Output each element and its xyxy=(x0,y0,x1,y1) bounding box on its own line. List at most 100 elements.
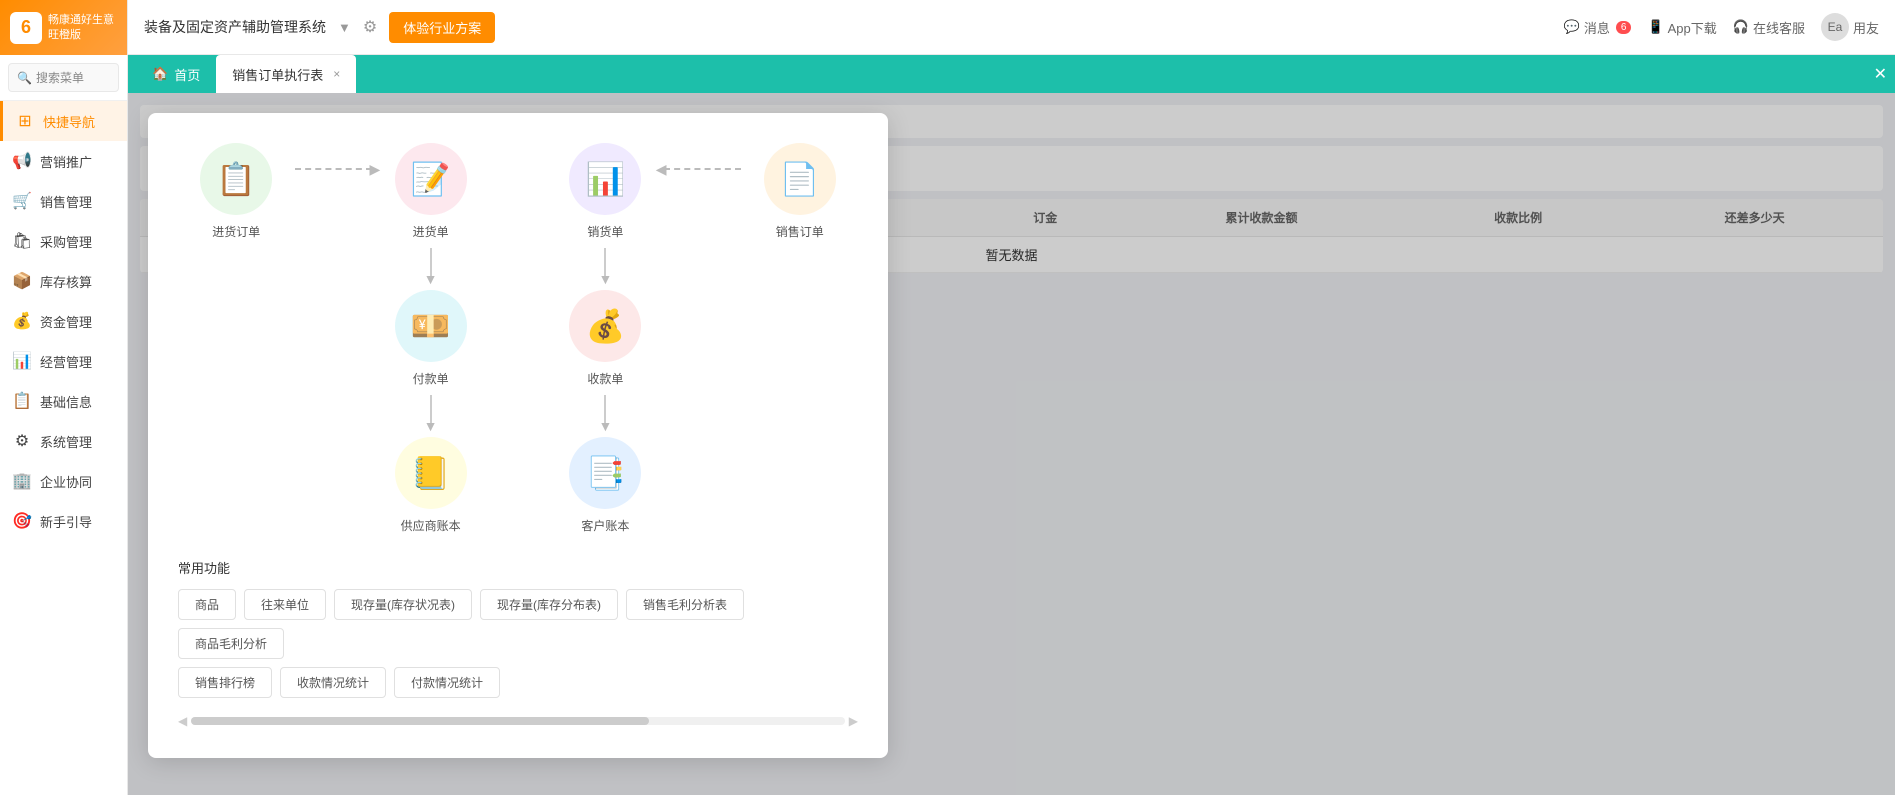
arrow-purchase: ▶ xyxy=(295,143,373,170)
logo-text: 畅康通好生意 旺橙版 xyxy=(48,13,114,42)
tab-bar-close-icon[interactable]: ✕ xyxy=(1874,64,1887,84)
quick-nav-icon: ⊞ xyxy=(15,111,35,131)
customer-circle: 📑 xyxy=(569,437,641,509)
inventory-icon: 📦 xyxy=(12,271,32,291)
supplier-circle: 📒 xyxy=(395,437,467,509)
tab-home[interactable]: 🏠 首页 xyxy=(136,55,216,93)
main-area: 装备及固定资产辅助管理系统 ▼ ⚙ 体验行业方案 💬 消息 6 📱 App下载 … xyxy=(128,0,1895,795)
func-btn-product-margin[interactable]: 商品毛利分析 xyxy=(178,628,284,659)
func-btn-receipt-stats[interactable]: 收款情况统计 xyxy=(280,667,386,698)
purchase-order-label: 进货订单 xyxy=(212,223,260,240)
message-badge: 6 xyxy=(1616,21,1632,34)
purchase-order-circle: 📋 xyxy=(200,143,272,215)
customer-account-node: 📑 客户账本 xyxy=(569,437,641,534)
customer-label: 客户账本 xyxy=(581,517,629,534)
modal-scrollbar: ◀ ▶ xyxy=(178,714,858,728)
online-service-item[interactable]: 🎧 在线客服 xyxy=(1733,18,1805,37)
func-buttons-row1: 商品 往来单位 现存量(库存状况表) 现存量(库存分布表) 销售毛利分析表 商品… xyxy=(178,589,858,659)
receipt-slip-node: 💰 收款单 xyxy=(569,290,641,387)
download-icon: 📱 xyxy=(1647,19,1663,35)
modal-dialog: 📋 进货订单 ▶ 📝 进货单 xyxy=(148,113,888,758)
down-arrow-customer: ▼ xyxy=(547,395,664,433)
purchase-order-col: 📋 进货订单 xyxy=(178,143,295,240)
purchase-icon: 🛍 xyxy=(12,231,32,251)
system-title: 装备及固定资产辅助管理系统 xyxy=(144,17,326,37)
func-btn-sales-rank[interactable]: 销售排行榜 xyxy=(178,667,272,698)
sidebar-item-marketing[interactable]: 📢 营销推广 xyxy=(0,141,127,181)
sidebar-item-inventory[interactable]: 📦 库存核算 xyxy=(0,261,127,301)
finance-icon: 💰 xyxy=(12,311,32,331)
scrollbar-thumb[interactable] xyxy=(191,717,648,725)
down-arrow-receipt: ▼ xyxy=(547,248,664,286)
scrollbar-right-arrow[interactable]: ▶ xyxy=(849,714,858,728)
common-func-title: 常用功能 xyxy=(178,558,858,577)
header-right: 💬 消息 6 📱 App下载 🎧 在线客服 Ea 用友 xyxy=(1564,13,1879,41)
search-icon: 🔍 xyxy=(17,71,32,85)
search-menu-button[interactable]: 🔍 搜索菜单 xyxy=(8,63,119,92)
sales-slip-node: 📊 销货单 xyxy=(569,143,641,240)
operations-icon: 📊 xyxy=(12,351,32,371)
logo-icon: 6 xyxy=(10,12,42,44)
sidebar-item-newbie[interactable]: 🎯 新手引导 xyxy=(0,501,127,541)
service-icon: 🎧 xyxy=(1733,19,1749,35)
func-btn-stock-status[interactable]: 现存量(库存状况表) xyxy=(334,589,472,620)
sidebar-logo: 6 畅康通好生意 旺橙版 xyxy=(0,0,127,55)
dropdown-arrow-icon[interactable]: ▼ xyxy=(338,20,351,35)
sidebar-item-enterprise[interactable]: 🏢 企业协同 xyxy=(0,461,127,501)
experience-button[interactable]: 体验行业方案 xyxy=(389,12,495,43)
purchase-slip-node: 📝 进货单 xyxy=(395,143,467,240)
tab-close-icon[interactable]: × xyxy=(333,67,340,81)
settings-icon[interactable]: ⚙ xyxy=(363,17,377,37)
func-btn-product[interactable]: 商品 xyxy=(178,589,236,620)
marketing-icon: 📢 xyxy=(12,151,32,171)
message-item[interactable]: 💬 消息 6 xyxy=(1564,18,1632,37)
common-functions-section: 常用功能 商品 往来单位 现存量(库存状况表) 现存量(库存分布表) 销售毛利分… xyxy=(178,558,858,698)
sales-order-circle: 📄 xyxy=(764,143,836,215)
sales-slip-label: 销货单 xyxy=(587,223,623,240)
payment-slip-node: 💴 付款单 xyxy=(395,290,467,387)
sales-order-col: 📄 销售订单 xyxy=(741,143,858,240)
sidebar-item-operations[interactable]: 📊 经营管理 xyxy=(0,341,127,381)
func-btn-payment-stats[interactable]: 付款情况统计 xyxy=(394,667,500,698)
arrow-sales: ◀ xyxy=(664,143,742,170)
sidebar: 6 畅康通好生意 旺橙版 🔍 搜索菜单 ⊞ 快捷导航 📢 营销推广 🛒 销售管理… xyxy=(0,0,128,795)
supplier-account-node: 📒 供应商账本 xyxy=(395,437,467,534)
func-btn-sales-analysis[interactable]: 销售毛利分析表 xyxy=(626,589,744,620)
sales-slip-circle: 📊 xyxy=(569,143,641,215)
func-btn-partner[interactable]: 往来单位 xyxy=(244,589,326,620)
sidebar-item-purchase[interactable]: 🛍 采购管理 xyxy=(0,221,127,261)
home-icon: 🏠 xyxy=(152,66,168,82)
flow-diagram: 📋 进货订单 ▶ 📝 进货单 xyxy=(178,143,858,534)
sidebar-item-basic-info[interactable]: 📋 基础信息 xyxy=(0,381,127,421)
receipt-circle: 💰 xyxy=(569,290,641,362)
sidebar-item-sys-mgmt[interactable]: ⚙ 系统管理 xyxy=(0,421,127,461)
sidebar-item-sales[interactable]: 🛒 销售管理 xyxy=(0,181,127,221)
sales-slip-col: 📊 销货单 ▼ 💰 收款单 xyxy=(547,143,664,534)
supplier-label: 供应商账本 xyxy=(401,517,461,534)
message-icon: 💬 xyxy=(1564,19,1580,35)
purchase-order-node: 📋 进货订单 xyxy=(200,143,272,240)
down-arrow-payment: ▼ xyxy=(372,248,489,286)
sales-order-label: 销售订单 xyxy=(776,223,824,240)
down-arrow-supplier: ▼ xyxy=(372,395,489,433)
sidebar-item-quick-nav[interactable]: ⊞ 快捷导航 xyxy=(0,101,127,141)
purchase-slip-label: 进货单 xyxy=(413,223,449,240)
sales-icon: 🛒 xyxy=(12,191,32,211)
modal-overlay: 📋 进货订单 ▶ 📝 进货单 xyxy=(128,93,1895,795)
payment-circle: 💴 xyxy=(395,290,467,362)
func-btn-stock-dist[interactable]: 现存量(库存分布表) xyxy=(480,589,618,620)
tab-sales-order[interactable]: 销售订单执行表 × xyxy=(216,55,356,93)
scrollbar-track xyxy=(191,717,845,725)
tab-bar: 🏠 首页 销售订单执行表 × ✕ xyxy=(128,55,1895,93)
app-download-item[interactable]: 📱 App下载 xyxy=(1647,18,1716,37)
avatar: Ea xyxy=(1821,13,1849,41)
user-item[interactable]: Ea 用友 xyxy=(1821,13,1879,41)
sidebar-item-finance[interactable]: 💰 资金管理 xyxy=(0,301,127,341)
purchase-slip-circle: 📝 xyxy=(395,143,467,215)
sys-mgmt-icon: ⚙ xyxy=(12,431,32,451)
payment-label: 付款单 xyxy=(413,370,449,387)
receipt-label: 收款单 xyxy=(587,370,623,387)
scrollbar-left-arrow[interactable]: ◀ xyxy=(178,714,187,728)
header: 装备及固定资产辅助管理系统 ▼ ⚙ 体验行业方案 💬 消息 6 📱 App下载 … xyxy=(128,0,1895,55)
sales-order-node: 📄 销售订单 xyxy=(764,143,836,240)
